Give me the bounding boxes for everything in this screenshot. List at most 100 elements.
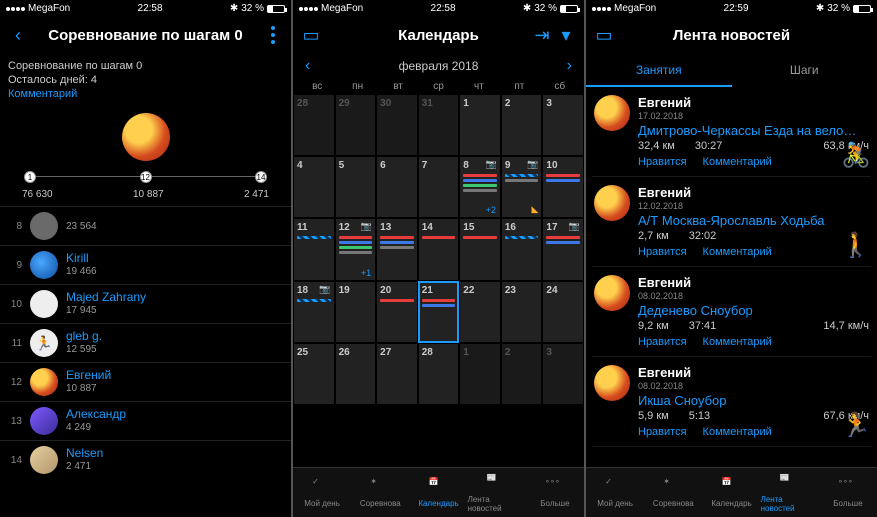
weekday: ср <box>418 81 458 92</box>
leaderboard-row[interactable]: 13Александр4 249 <box>0 401 291 440</box>
activity-title[interactable]: Деденево Сноубор <box>638 303 869 318</box>
calendar-day[interactable]: 17📷 <box>542 218 584 280</box>
challenge-name: Соревнование по шагам 0 <box>8 59 283 73</box>
battery-pct: 32 % <box>241 3 264 14</box>
tab-calendar[interactable]: 📅Календарь <box>409 468 467 517</box>
feed-item[interactable]: Евгений17.02.2018Дмитрово-Черкассы Езда … <box>592 87 871 177</box>
feed-tab-activities[interactable]: Занятия <box>586 53 732 87</box>
tab-more[interactable]: ∘∘∘Больше <box>819 468 877 517</box>
like-link[interactable]: Нравится <box>638 156 687 168</box>
calendar-day[interactable]: 2 <box>501 343 543 405</box>
calendar-day[interactable]: 10 <box>542 156 584 218</box>
tab-more[interactable]: ∘∘∘Больше <box>526 468 584 517</box>
tab-calendar[interactable]: 📅Календарь <box>702 468 760 517</box>
tab-myday[interactable]: ✓Мой день <box>586 468 644 517</box>
calendar-day[interactable]: 19 <box>335 281 377 343</box>
photo-icon: 📷 <box>319 284 330 295</box>
activity-title[interactable]: Дмитрово-Черкассы Езда на вело… <box>638 123 869 138</box>
battery-icon <box>560 5 578 13</box>
feed-tabs: Занятия Шаги <box>586 53 877 87</box>
day-number: 14 <box>422 222 456 233</box>
calendar-day[interactable]: 16 <box>501 218 543 280</box>
feed-list[interactable]: Евгений17.02.2018Дмитрово-Черкассы Езда … <box>586 87 877 467</box>
day-number: 11 <box>297 222 331 233</box>
stat-distance: 9,2 км <box>638 320 669 332</box>
calendar-day[interactable]: 2 <box>501 94 543 156</box>
calendar-day[interactable]: 12📷+1 <box>335 218 377 280</box>
activity-title[interactable]: А/Т Москва-Ярославль Ходьба <box>638 213 869 228</box>
calendar-day[interactable]: 30 <box>376 94 418 156</box>
steps-value: 23 564 <box>66 220 97 233</box>
leaderboard-row[interactable]: 12Евгений10 887 <box>0 362 291 401</box>
tab-myday[interactable]: ✓Мой день <box>293 468 351 517</box>
like-link[interactable]: Нравится <box>638 426 687 438</box>
feed-item[interactable]: Евгений08.02.2018Икша Сноубор5,9 км5:136… <box>592 357 871 447</box>
feed-item[interactable]: Евгений08.02.2018Деденево Сноубор9,2 км3… <box>592 267 871 357</box>
calendar-day[interactable]: 9📷◣ <box>501 156 543 218</box>
calendar-day[interactable]: 28 <box>418 343 460 405</box>
header: ▭ Лента новостей <box>586 17 877 53</box>
bluetooth-icon: ✱ <box>230 3 238 14</box>
calendar-day[interactable]: 6 <box>376 156 418 218</box>
weekday: пн <box>337 81 377 92</box>
user-name: Kirill <box>66 252 97 265</box>
tab-challenges[interactable]: ✶Соревнова <box>351 468 409 517</box>
steps-value: 12 595 <box>66 343 102 356</box>
tab-news[interactable]: 📰Лента новостей <box>468 468 526 517</box>
comment-link[interactable]: Комментарий <box>8 87 283 101</box>
leaderboard[interactable]: 823 5649Kirill19 46610Majed Zahrany17 94… <box>0 206 291 517</box>
activity-title[interactable]: Икша Сноубор <box>638 393 869 408</box>
leaderboard-row[interactable]: 10Majed Zahrany17 945 <box>0 284 291 323</box>
calendar-day[interactable]: 22 <box>459 281 501 343</box>
screen-challenge: MegaFon 22:58 ✱ 32 % ‹ Соревнование по ш… <box>0 0 291 517</box>
like-link[interactable]: Нравится <box>638 246 687 258</box>
user-name: Евгений <box>66 369 111 382</box>
comment-link[interactable]: Комментарий <box>703 336 772 348</box>
activity-bar <box>546 241 580 244</box>
calendar-day[interactable]: 26 <box>335 343 377 405</box>
calendar-day[interactable]: 8📷+2 <box>459 156 501 218</box>
calendar-day[interactable]: 3 <box>542 343 584 405</box>
calendar-day[interactable]: 29 <box>335 94 377 156</box>
calendar-day[interactable]: 24 <box>542 281 584 343</box>
calendar-grid[interactable]: 2829303112345678📷+29📷◣101112📷+1131415161… <box>293 94 584 467</box>
leaderboard-row[interactable]: 9Kirill19 466 <box>0 245 291 284</box>
comment-link[interactable]: Комментарий <box>703 426 772 438</box>
like-link[interactable]: Нравится <box>638 336 687 348</box>
calendar-day[interactable]: 11 <box>293 218 335 280</box>
leaderboard-row[interactable]: 823 564 <box>0 206 291 245</box>
day-number: 24 <box>546 285 580 296</box>
calendar-day[interactable]: 5 <box>335 156 377 218</box>
photo-icon: 📷 <box>527 159 538 170</box>
calendar-day[interactable]: 27 <box>376 343 418 405</box>
feed-tab-steps[interactable]: Шаги <box>732 53 877 87</box>
calendar-day[interactable]: 1 <box>459 343 501 405</box>
leaderboard-row[interactable]: 14Nelsen2 471 <box>0 440 291 479</box>
leaderboard-row[interactable]: 11🏃gleb g.12 595 <box>0 323 291 362</box>
activity-bar <box>505 179 539 182</box>
feed-item[interactable]: Евгений12.02.2018А/Т Москва-Ярославль Хо… <box>592 177 871 267</box>
calendar-day[interactable]: 7 <box>418 156 460 218</box>
comment-link[interactable]: Комментарий <box>703 246 772 258</box>
day-number: 13 <box>380 222 414 233</box>
tab-news[interactable]: 📰Лента новостей <box>761 468 819 517</box>
next-month-icon[interactable]: › <box>567 57 572 75</box>
calendar-day[interactable]: 18📷 <box>293 281 335 343</box>
calendar-day[interactable]: 14 <box>418 218 460 280</box>
comment-link[interactable]: Комментарий <box>703 156 772 168</box>
calendar-day[interactable]: 4 <box>293 156 335 218</box>
prev-month-icon[interactable]: ‹ <box>305 57 310 75</box>
calendar-day[interactable]: 3 <box>542 94 584 156</box>
calendar-day[interactable]: 23 <box>501 281 543 343</box>
calendar-day[interactable]: 21 <box>418 281 460 343</box>
calendar-day[interactable]: 28 <box>293 94 335 156</box>
calendar-day[interactable]: 25 <box>293 343 335 405</box>
calendar-day[interactable]: 31 <box>418 94 460 156</box>
tab-challenges[interactable]: ✶Соревнова <box>644 468 702 517</box>
calendar-day[interactable]: 13 <box>376 218 418 280</box>
calendar-day[interactable]: 1 <box>459 94 501 156</box>
calendar-day[interactable]: 20 <box>376 281 418 343</box>
day-number: 19 <box>339 285 373 296</box>
calendar-day[interactable]: 15 <box>459 218 501 280</box>
progress-node-1: 1 <box>24 171 36 183</box>
